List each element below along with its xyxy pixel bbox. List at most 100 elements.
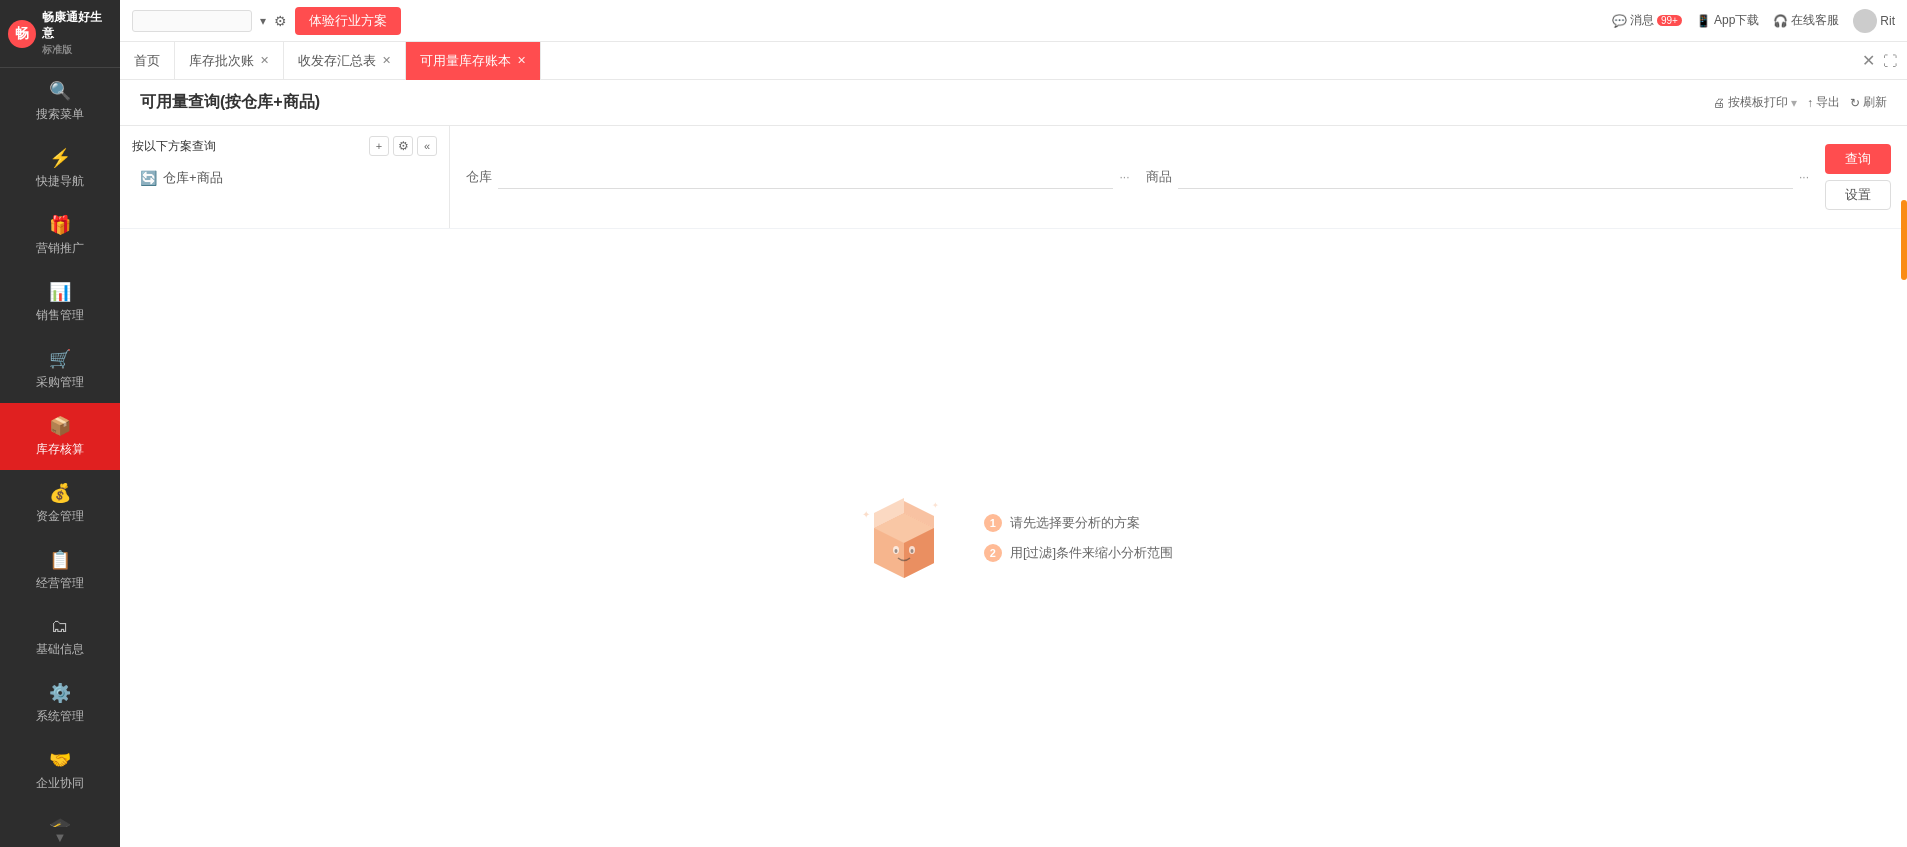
warehouse-more-btn[interactable]: ··· <box>1119 170 1129 184</box>
filter-area: 按以下方案查询 + ⚙ « 🔄 仓库+商品 仓库 <box>120 126 1907 228</box>
sidebar-item-basic-label: 基础信息 <box>36 641 84 658</box>
filter-actions: 查询 设置 <box>1825 136 1891 218</box>
empty-state: ✦ ✦ 1 请先选择要分析的方案 2 用[过滤]条件来缩小分析范围 <box>120 229 1907 847</box>
refresh-label: 刷新 <box>1863 94 1887 111</box>
tab-available-close[interactable]: ✕ <box>517 54 526 67</box>
page-header-actions: 🖨 按模板打印 ▾ ↑ 导出 ↻ 刷新 <box>1713 94 1887 111</box>
product-field: 商品 ··· <box>1146 165 1810 189</box>
user-avatar-btn[interactable]: Rit <box>1853 9 1895 33</box>
tab-batch-close[interactable]: ✕ <box>260 54 269 67</box>
search-icon: 🔍 <box>49 80 71 102</box>
template-print-label: 按模板打印 <box>1728 94 1788 111</box>
filter-right-panel: 仓库 ··· 商品 ··· 查询 设置 <box>450 126 1907 228</box>
content-area: 可用量查询(按仓库+商品) 🖨 按模板打印 ▾ ↑ 导出 ↻ 刷新 <box>120 80 1907 847</box>
empty-hint-2: 2 用[过滤]条件来缩小分析范围 <box>984 544 1173 562</box>
trial-btn[interactable]: 体验行业方案 <box>295 7 401 35</box>
warehouse-input[interactable] <box>498 165 1113 189</box>
sidebar-item-marketing[interactable]: 🎁 营销推广 <box>0 202 120 269</box>
print-dropdown-icon: ▾ <box>1791 96 1797 110</box>
filter-add-btn[interactable]: + <box>369 136 389 156</box>
finance-icon: 💰 <box>49 482 71 504</box>
filter-settings-btn[interactable]: ⚙ <box>393 136 413 156</box>
template-print-btn[interactable]: 🖨 按模板打印 ▾ <box>1713 94 1797 111</box>
svg-point-6 <box>894 549 897 553</box>
filter-scheme-item[interactable]: 🔄 仓库+商品 <box>132 164 437 192</box>
svg-text:✦: ✦ <box>932 501 939 510</box>
dropdown-arrow[interactable]: ▾ <box>260 14 266 28</box>
warehouse-label: 仓库 <box>466 168 492 186</box>
close-window-icon[interactable]: ✕ <box>1862 51 1875 70</box>
app-download-btn[interactable]: 📱 App下载 <box>1696 12 1759 29</box>
tab-summary-close[interactable]: ✕ <box>382 54 391 67</box>
empty-hint-1: 1 请先选择要分析的方案 <box>984 514 1173 532</box>
sidebar-item-inventory-label: 库存核算 <box>36 441 84 458</box>
sidebar-item-system-label: 系统管理 <box>36 708 84 725</box>
filter-row: 仓库 ··· 商品 ··· 查询 设置 <box>466 136 1891 218</box>
tab-home[interactable]: 首页 <box>120 42 175 80</box>
sidebar-item-enterprise[interactable]: 🤝 企业协同 <box>0 737 120 804</box>
sidebar-item-system[interactable]: ⚙️ 系统管理 <box>0 670 120 737</box>
sidebar-item-sales[interactable]: 📊 销售管理 <box>0 269 120 336</box>
filter-collapse-btn[interactable]: « <box>417 136 437 156</box>
export-label: 导出 <box>1816 94 1840 111</box>
sidebar-scroll-down[interactable]: ▼ <box>0 827 120 847</box>
online-service-label: 在线客服 <box>1791 12 1839 29</box>
app-logo: 畅 畅康通好生意 标准版 <box>8 10 112 57</box>
window-controls: ✕ ⛶ <box>1852 51 1907 70</box>
sidebar-item-purchase-label: 采购管理 <box>36 374 84 391</box>
scheme-label: 仓库+商品 <box>163 169 223 187</box>
tab-summary-label: 收发存汇总表 <box>298 52 376 70</box>
logo-icon: 畅 <box>8 20 36 48</box>
sidebar: 畅 畅康通好生意 标准版 🔍 搜索菜单 ⚡ 快捷导航 🎁 营销推广 📊 销售管理… <box>0 0 120 847</box>
export-btn[interactable]: ↑ 导出 <box>1807 94 1840 111</box>
message-label: 消息 <box>1630 12 1654 29</box>
sidebar-item-purchase[interactable]: 🛒 采购管理 <box>0 336 120 403</box>
sidebar-item-newuser[interactable]: 🎓 新手引导 <box>0 804 120 827</box>
sidebar-item-basic[interactable]: 🗂 基础信息 <box>0 604 120 670</box>
message-badge: 99+ <box>1657 15 1682 26</box>
sidebar-item-shortcut[interactable]: ⚡ 快捷导航 <box>0 135 120 202</box>
tab-batch[interactable]: 库存批次账 ✕ <box>175 42 284 80</box>
query-button[interactable]: 查询 <box>1825 144 1891 174</box>
sidebar-item-search[interactable]: 🔍 搜索菜单 <box>0 68 120 135</box>
refresh-btn[interactable]: ↻ 刷新 <box>1850 94 1887 111</box>
empty-box-illustration: ✦ ✦ <box>854 488 954 588</box>
expand-window-icon[interactable]: ⛶ <box>1883 53 1897 69</box>
sidebar-item-finance[interactable]: 💰 资金管理 <box>0 470 120 537</box>
hint-text-1: 请先选择要分析的方案 <box>1010 514 1140 532</box>
setting-button[interactable]: 设置 <box>1825 180 1891 210</box>
svg-text:✦: ✦ <box>862 509 870 520</box>
message-btn[interactable]: 💬 消息 99+ <box>1612 12 1682 29</box>
filter-left-title: 按以下方案查询 <box>132 138 216 155</box>
shortcut-icon: ⚡ <box>49 147 71 169</box>
app-download-icon: 📱 <box>1696 14 1711 28</box>
tab-available[interactable]: 可用量库存账本 ✕ <box>406 42 541 80</box>
search-input[interactable] <box>132 10 252 32</box>
refresh-icon: ↻ <box>1850 96 1860 110</box>
topbar: ▾ ⚙ 体验行业方案 💬 消息 99+ 📱 App下载 🎧 在线客服 Rit <box>120 0 1907 42</box>
export-icon: ↑ <box>1807 96 1813 110</box>
app-name: 畅康通好生意 <box>42 10 112 41</box>
sidebar-item-search-label: 搜索菜单 <box>36 106 84 123</box>
product-more-btn[interactable]: ··· <box>1799 170 1809 184</box>
warehouse-field: 仓库 ··· <box>466 165 1130 189</box>
print-icon: 🖨 <box>1713 96 1725 110</box>
service-icon: 🎧 <box>1773 14 1788 28</box>
empty-state-content: ✦ ✦ 1 请先选择要分析的方案 2 用[过滤]条件来缩小分析范围 <box>854 488 1173 588</box>
filter-left-header: 按以下方案查询 + ⚙ « <box>132 136 437 156</box>
tab-summary[interactable]: 收发存汇总表 ✕ <box>284 42 406 80</box>
empty-hints: 1 请先选择要分析的方案 2 用[过滤]条件来缩小分析范围 <box>984 514 1173 562</box>
online-service-btn[interactable]: 🎧 在线客服 <box>1773 12 1839 29</box>
right-scrollbar[interactable] <box>1901 200 1907 280</box>
sidebar-item-operation[interactable]: 📋 经营管理 <box>0 537 120 604</box>
sidebar-item-inventory[interactable]: 📦 库存核算 <box>0 403 120 470</box>
tab-batch-label: 库存批次账 <box>189 52 254 70</box>
app-version: 标准版 <box>42 43 112 57</box>
hint-num-1: 1 <box>984 514 1002 532</box>
message-icon: 💬 <box>1612 14 1627 28</box>
marketing-icon: 🎁 <box>49 214 71 236</box>
sales-icon: 📊 <box>49 281 71 303</box>
operation-icon: 📋 <box>49 549 71 571</box>
gear-icon[interactable]: ⚙ <box>274 13 287 29</box>
product-input[interactable] <box>1178 165 1793 189</box>
